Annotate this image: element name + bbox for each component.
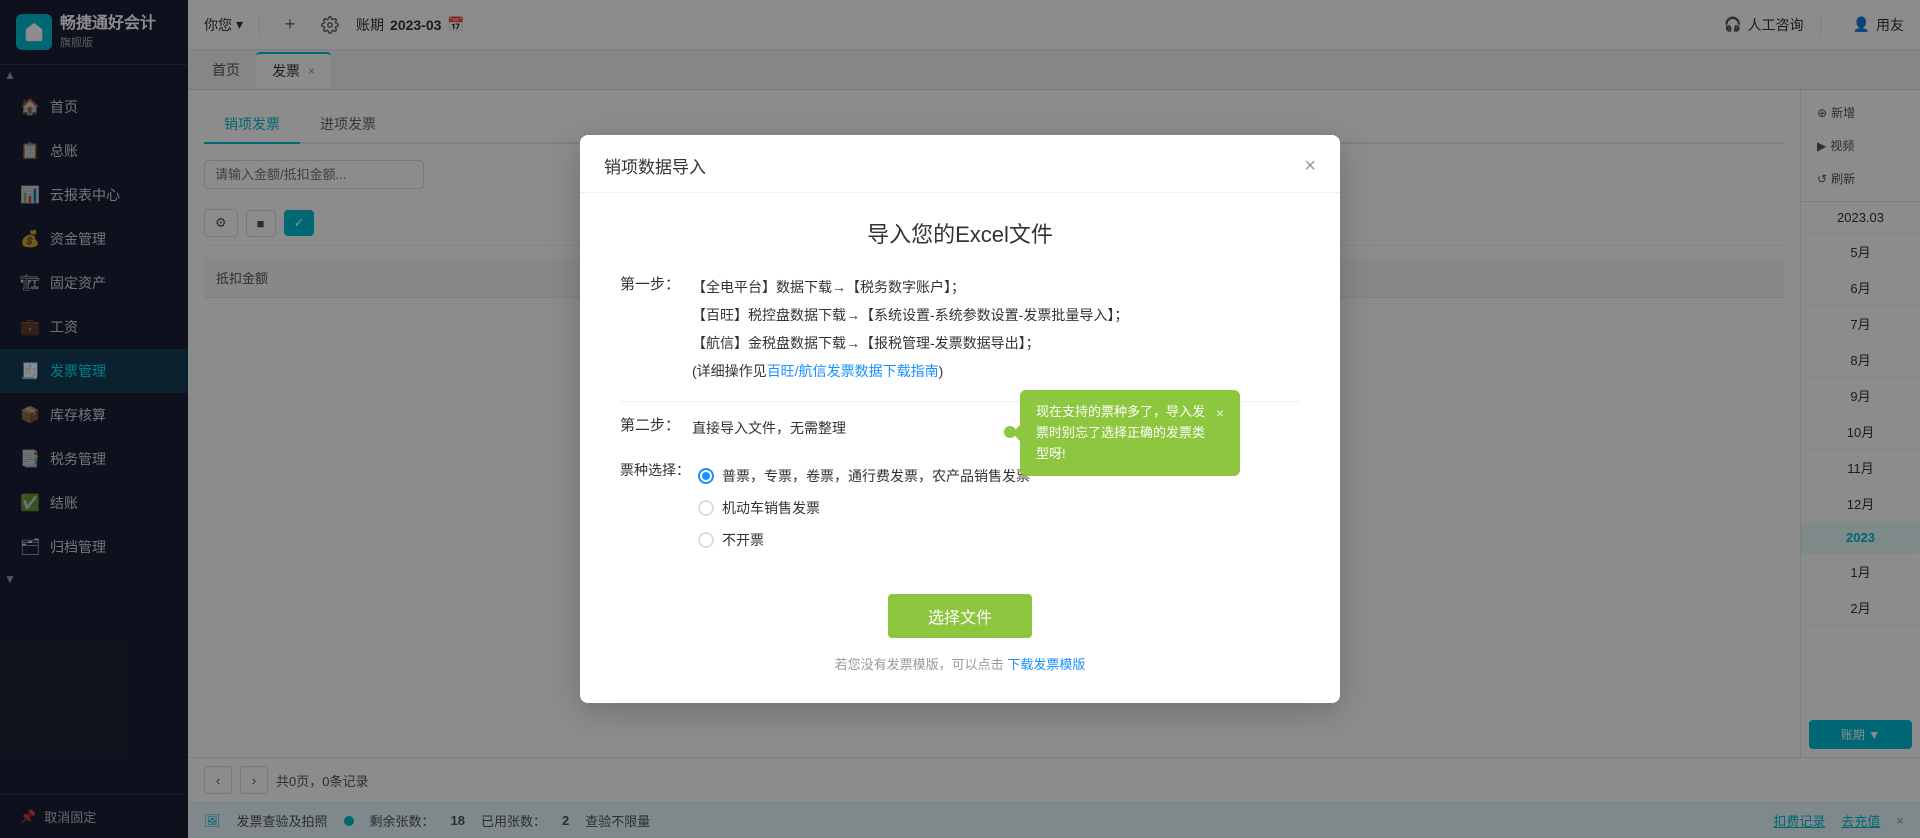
radio-label-1: 普票，专票，卷票，通行费发票，农产品销售发票: [722, 466, 1030, 486]
step1-hint: (详细操作见百旺/航信发票数据下载指南): [692, 357, 1128, 385]
step2-content: 直接导入文件，无需整理: [692, 414, 846, 442]
hint-suffix: ): [939, 363, 944, 379]
radio-circle-3: [698, 532, 714, 548]
select-file-section: 选择文件: [620, 594, 1300, 638]
step2-label: 第二步：: [620, 414, 680, 442]
step1-label: 第一步：: [620, 273, 680, 385]
radio-circle-2: [698, 500, 714, 516]
hint-prefix: (详细操作见: [692, 363, 767, 379]
dialog-main-title: 导入您的Excel文件: [620, 217, 1300, 249]
modal-overlay: 销项数据导入 × 导入您的Excel文件 第一步： 【全电平台】数据下载→【税务…: [0, 0, 1920, 838]
radio-label-3: 不开票: [722, 530, 764, 550]
radio-group: 普票，专票，卷票，通行费发票，农产品销售发票 机动车销售发票 不开票: [698, 466, 1030, 550]
dialog-footer-note: 若您没有发票模版，可以点击 下载发票模版: [620, 654, 1300, 673]
tooltip-text: 现在支持的票种多了，导入发票时别忘了选择正确的发票类型呀!: [1036, 404, 1205, 461]
footer-note-text: 若您没有发票模版，可以点击: [835, 657, 1004, 672]
tooltip-close-btn[interactable]: ×: [1216, 402, 1224, 424]
radio-option-1[interactable]: 普票，专票，卷票，通行费发票，农产品销售发票: [698, 466, 1030, 486]
step1-line1: 【全电平台】数据下载→【税务数字账户】；: [692, 273, 1128, 301]
radio-option-2[interactable]: 机动车销售发票: [698, 498, 1030, 518]
download-template-link[interactable]: 下载发票模版: [1007, 657, 1085, 672]
dialog-close-btn[interactable]: ×: [1304, 156, 1316, 176]
select-file-btn[interactable]: 选择文件: [888, 594, 1032, 638]
step1-content: 【全电平台】数据下载→【税务数字账户】； 【百旺】税控盘数据下载→【系统设置-系…: [692, 273, 1128, 385]
radio-circle-1: [698, 468, 714, 484]
dialog-step1: 第一步： 【全电平台】数据下载→【税务数字账户】； 【百旺】税控盘数据下载→【系…: [620, 273, 1300, 385]
radio-label-2: 机动车销售发票: [722, 498, 820, 518]
dialog-title: 销项数据导入: [604, 153, 706, 178]
radio-option-3[interactable]: 不开票: [698, 530, 1030, 550]
dialog-header: 销项数据导入 ×: [580, 135, 1340, 193]
step1-guide-link[interactable]: 百旺/航信发票数据下载指南: [767, 363, 939, 379]
tooltip-box: × 现在支持的票种多了，导入发票时别忘了选择正确的发票类型呀!: [1020, 390, 1240, 476]
radio-label: 票种选择：: [620, 458, 690, 480]
step1-line3: 【航信】金税盘数据下载→【报税管理-发票数据导出】；: [692, 329, 1128, 357]
step1-line2: 【百旺】税控盘数据下载→【系统设置-系统参数设置-发票批量导入】；: [692, 301, 1128, 329]
